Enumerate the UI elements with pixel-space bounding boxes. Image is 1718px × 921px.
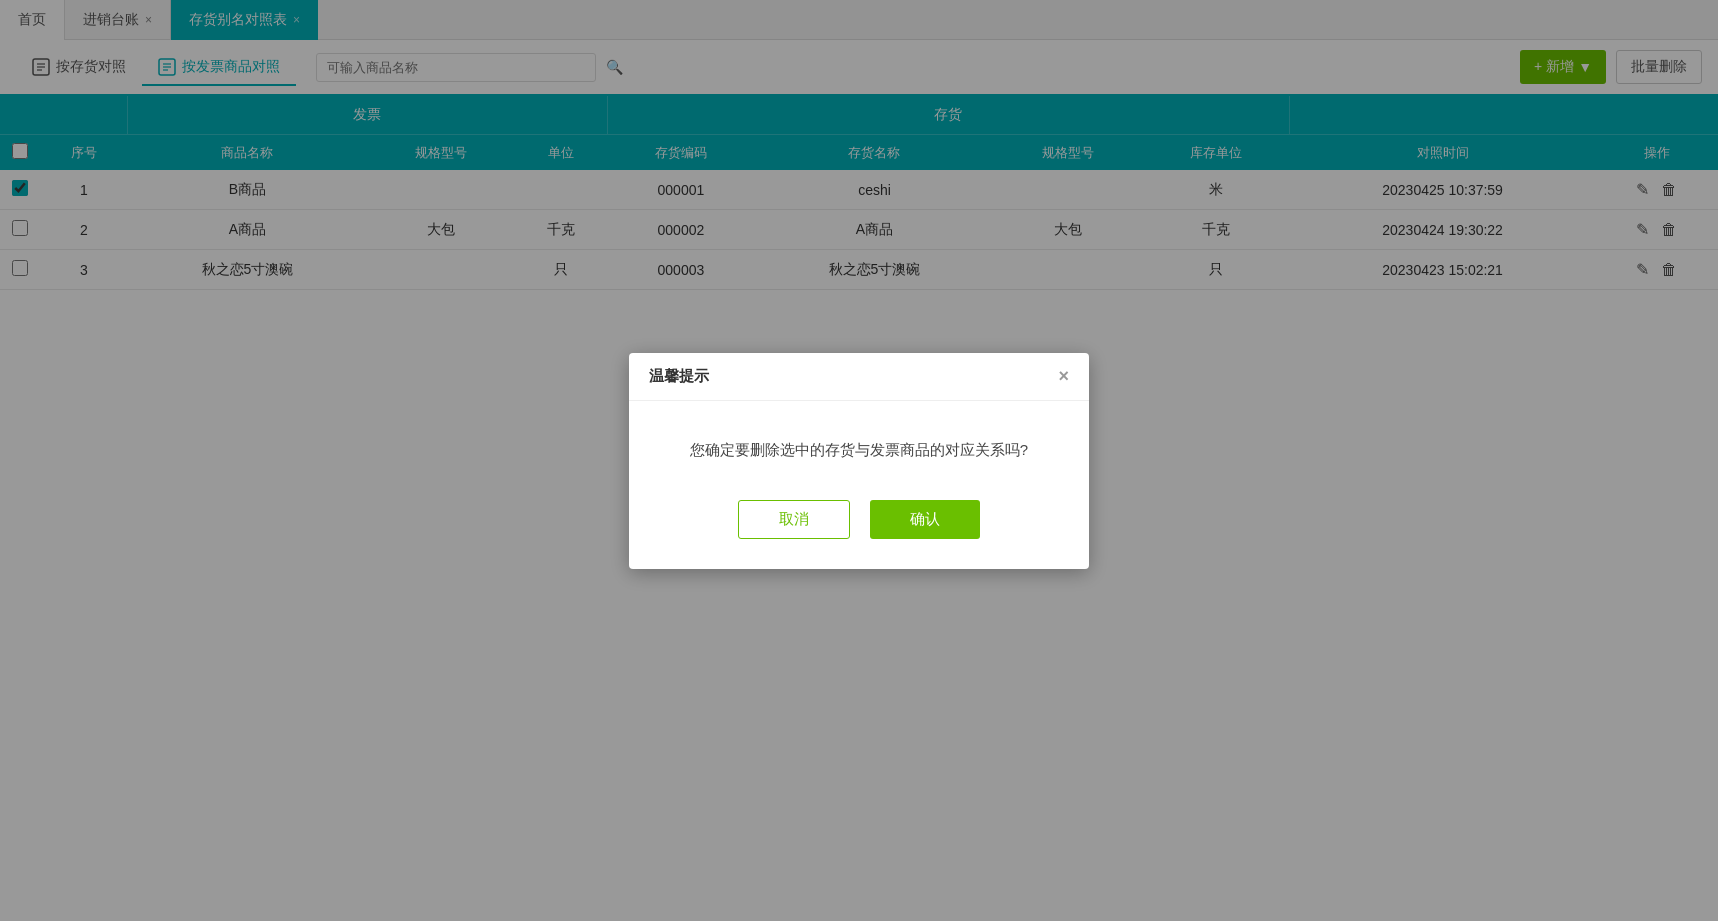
dialog-body: 您确定要删除选中的存货与发票商品的对应关系吗? <box>629 401 1089 490</box>
modal-overlay: 温馨提示 × 您确定要删除选中的存货与发票商品的对应关系吗? 取消 确认 <box>0 0 1718 921</box>
dialog-footer: 取消 确认 <box>629 490 1089 569</box>
dialog-header: 温馨提示 × <box>629 353 1089 401</box>
dialog-confirm-button[interactable]: 确认 <box>870 500 980 539</box>
dialog-title: 温馨提示 <box>649 367 709 386</box>
confirm-dialog: 温馨提示 × 您确定要删除选中的存货与发票商品的对应关系吗? 取消 确认 <box>629 353 1089 569</box>
dialog-cancel-button[interactable]: 取消 <box>738 500 850 539</box>
dialog-message: 您确定要删除选中的存货与发票商品的对应关系吗? <box>690 441 1028 458</box>
dialog-close-icon[interactable]: × <box>1058 367 1069 385</box>
